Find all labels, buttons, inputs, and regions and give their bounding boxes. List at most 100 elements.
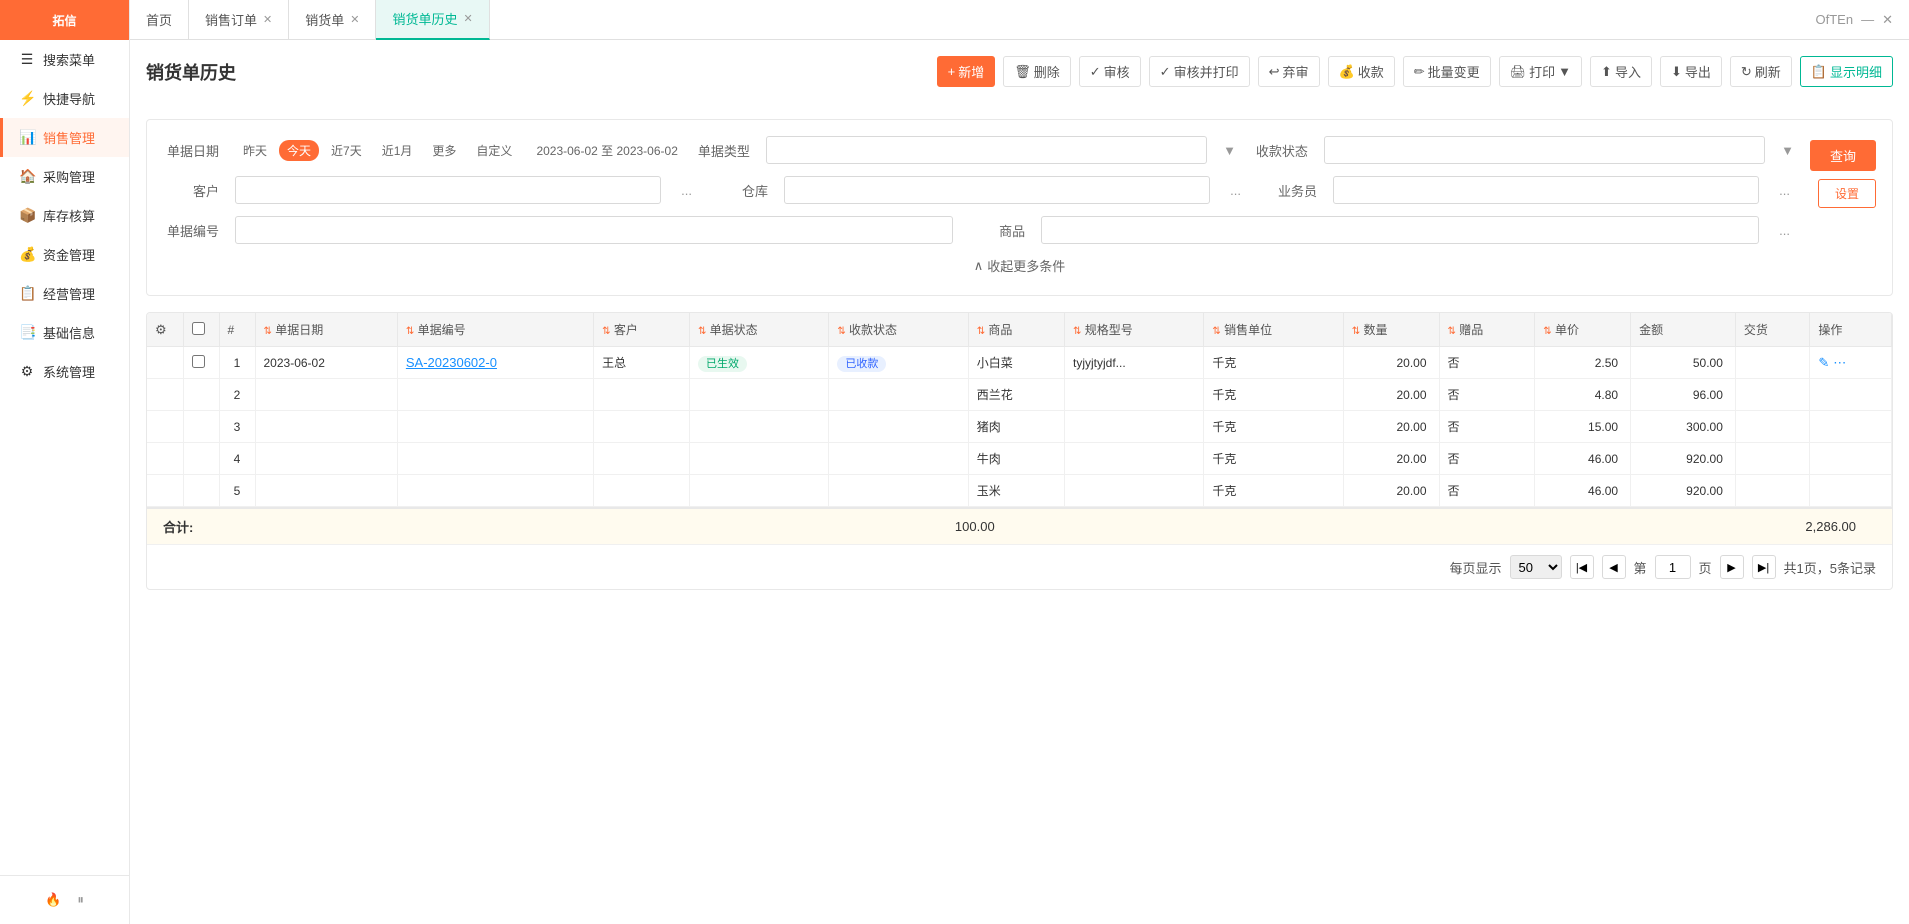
set-button[interactable]: 设置 [1818,179,1876,208]
edit-action-icon[interactable]: ✎ [1818,355,1829,370]
tab-sales-delivery-close[interactable]: ✕ [350,13,359,26]
query-button[interactable]: 查询 [1810,140,1876,171]
pay-status-column-header[interactable]: ⇅ 收款状态 [829,313,968,347]
select-all-checkbox[interactable] [192,322,205,335]
collapse-button[interactable]: ∧ 收起更多条件 [970,252,1070,279]
gear-icon[interactable]: ⚙ [155,322,167,337]
qty-column-header[interactable]: ⇅ 数量 [1343,313,1439,347]
sidebar-item-quick-nav[interactable]: ⚡ 快捷导航 [0,79,129,118]
show-detail-button[interactable]: 📋 显示明细 [1800,56,1893,87]
doc-date-column-header[interactable]: ⇅ 单据日期 [255,313,397,347]
pay-status-badge: 已收款 [837,356,886,372]
date-tag-7days[interactable]: 近7天 [323,140,370,161]
show-detail-label: 显示明细 [1830,62,1882,81]
tab-sales-history-close[interactable]: ✕ [464,12,473,25]
batch-change-button[interactable]: ✏ 批量变更 [1403,56,1491,87]
date-tag-1month[interactable]: 近1月 [374,140,421,161]
export-label: 导出 [1685,62,1711,81]
tab-sales-delivery-label: 销货单 [305,10,344,29]
gift-cell: 否 [1439,411,1535,443]
window-close-icon[interactable]: ✕ [1882,12,1893,28]
amount-cell: 920.00 [1631,475,1736,507]
import-button[interactable]: ⬆ 导入 [1590,56,1652,87]
date-tag-yesterday[interactable]: 昨天 [235,140,275,161]
customer-label: 客户 [163,181,219,200]
delete-button[interactable]: 🗑 删除 [1003,56,1071,87]
sidebar-item-operations[interactable]: 📋 经营管理 [0,274,129,313]
status-dropdown-icon[interactable]: ▼ [1781,143,1794,158]
window-minimize-icon[interactable]: — [1861,12,1874,27]
warehouse-ellipsis[interactable]: ... [1226,181,1245,200]
sidebar-pause-icon[interactable]: ⏸ [77,892,84,908]
sidebar-item-inventory[interactable]: 📦 库存核算 [0,196,129,235]
sidebar-fire-icon[interactable]: 🔥 [45,892,61,908]
date-tag-more[interactable]: 更多 [424,140,464,161]
more-action-icon[interactable]: ⋯ [1833,355,1846,370]
collect-button[interactable]: 💰 收款 [1328,56,1395,87]
doc-status-column-header[interactable]: ⇅ 单据状态 [689,313,828,347]
first-page-button[interactable]: |◀ [1570,555,1594,579]
topbar-text: OfTEn [1816,12,1854,27]
price-column-header[interactable]: ⇅ 单价 [1535,313,1631,347]
review-button[interactable]: ✓ 审核 [1079,56,1141,87]
print-button[interactable]: 🖨 打印 ▼ [1499,56,1582,87]
sidebar-item-purchase-mgmt[interactable]: 🏠 采购管理 [0,157,129,196]
unit-column-header[interactable]: ⇅ 销售单位 [1204,313,1343,347]
status-select[interactable] [1324,136,1765,164]
pay-status-cell [829,379,968,411]
refresh-button[interactable]: ↻ 刷新 [1730,56,1792,87]
add-button[interactable]: + 新增 [937,56,996,87]
goods-input[interactable] [1041,216,1759,244]
discard-button[interactable]: ↩ 弃审 [1258,56,1320,87]
sidebar-item-basic-info[interactable]: 📑 基础信息 [0,313,129,352]
sidebar-item-label: 基础信息 [43,323,95,342]
customer-input[interactable] [235,176,661,204]
quick-nav-icon: ⚡ [19,90,35,107]
checkbox-cell [183,379,219,411]
gift-cell: 否 [1439,475,1535,507]
customer-column-header[interactable]: ⇅ 客户 [594,313,690,347]
sidebar-item-system-mgmt[interactable]: ⚙ 系统管理 [0,352,129,391]
type-dropdown-icon[interactable]: ▼ [1223,143,1236,158]
tab-sales-order[interactable]: 销售订单 ✕ [189,0,289,40]
goods-cell: 牛肉 [968,443,1064,475]
prev-page-button[interactable]: ◀ [1602,555,1626,579]
tab-sales-order-close[interactable]: ✕ [263,13,272,26]
export-button[interactable]: ⬇ 导出 [1660,56,1722,87]
pagination: 每页显示 50 10 20 100 |◀ ◀ 第 页 ▶ ▶| 共1页，5条记录 [147,544,1892,589]
doc-status-cell: 已生效 [689,347,828,379]
type-select[interactable] [766,136,1207,164]
gear-column-header[interactable]: ⚙ [147,313,183,347]
last-page-button[interactable]: ▶| [1752,555,1776,579]
warehouse-input[interactable] [784,176,1210,204]
customer-ellipsis[interactable]: ... [677,181,696,200]
goods-cell: 玉米 [968,475,1064,507]
doc-no-column-header[interactable]: ⇅ 单据编号 [397,313,593,347]
spec-column-header[interactable]: ⇅ 规格型号 [1064,313,1203,347]
sidebar-item-sales-mgmt[interactable]: 📊 销售管理 [0,118,129,157]
date-tag-today[interactable]: 今天 [279,140,319,161]
sidebar-item-label: 经营管理 [43,284,95,303]
title-toolbar-area: 销货单历史 + 新增 🗑 删除 ✓ 审核 ✓ 审核并打印 [146,56,1893,103]
page-number-input[interactable] [1655,555,1691,579]
row-checkbox[interactable] [192,355,205,368]
goods-column-header[interactable]: ⇅ 商品 [968,313,1064,347]
sidebar-item-search-menu[interactable]: ☰ 搜索菜单 [0,40,129,79]
salesman-ellipsis[interactable]: ... [1775,181,1794,200]
page-size-select[interactable]: 50 10 20 100 [1510,555,1562,579]
gear-cell [147,443,183,475]
goods-cell: 小白菜 [968,347,1064,379]
salesman-input[interactable] [1333,176,1759,204]
docno-input[interactable] [235,216,953,244]
date-tag-custom[interactable]: 自定义 [468,140,520,161]
doc-no-link[interactable]: SA-20230602-0 [406,355,497,370]
goods-ellipsis[interactable]: ... [1775,221,1794,240]
review-print-button[interactable]: ✓ 审核并打印 [1149,56,1250,87]
tab-sales-history[interactable]: 销货单历史 ✕ [376,0,489,40]
sidebar-item-finance[interactable]: 💰 资金管理 [0,235,129,274]
doc-no-cell [397,475,593,507]
next-page-button[interactable]: ▶ [1720,555,1744,579]
gift-column-header[interactable]: ⇅ 赠品 [1439,313,1535,347]
tab-home[interactable]: 首页 [130,0,189,40]
tab-sales-delivery[interactable]: 销货单 ✕ [289,0,376,40]
